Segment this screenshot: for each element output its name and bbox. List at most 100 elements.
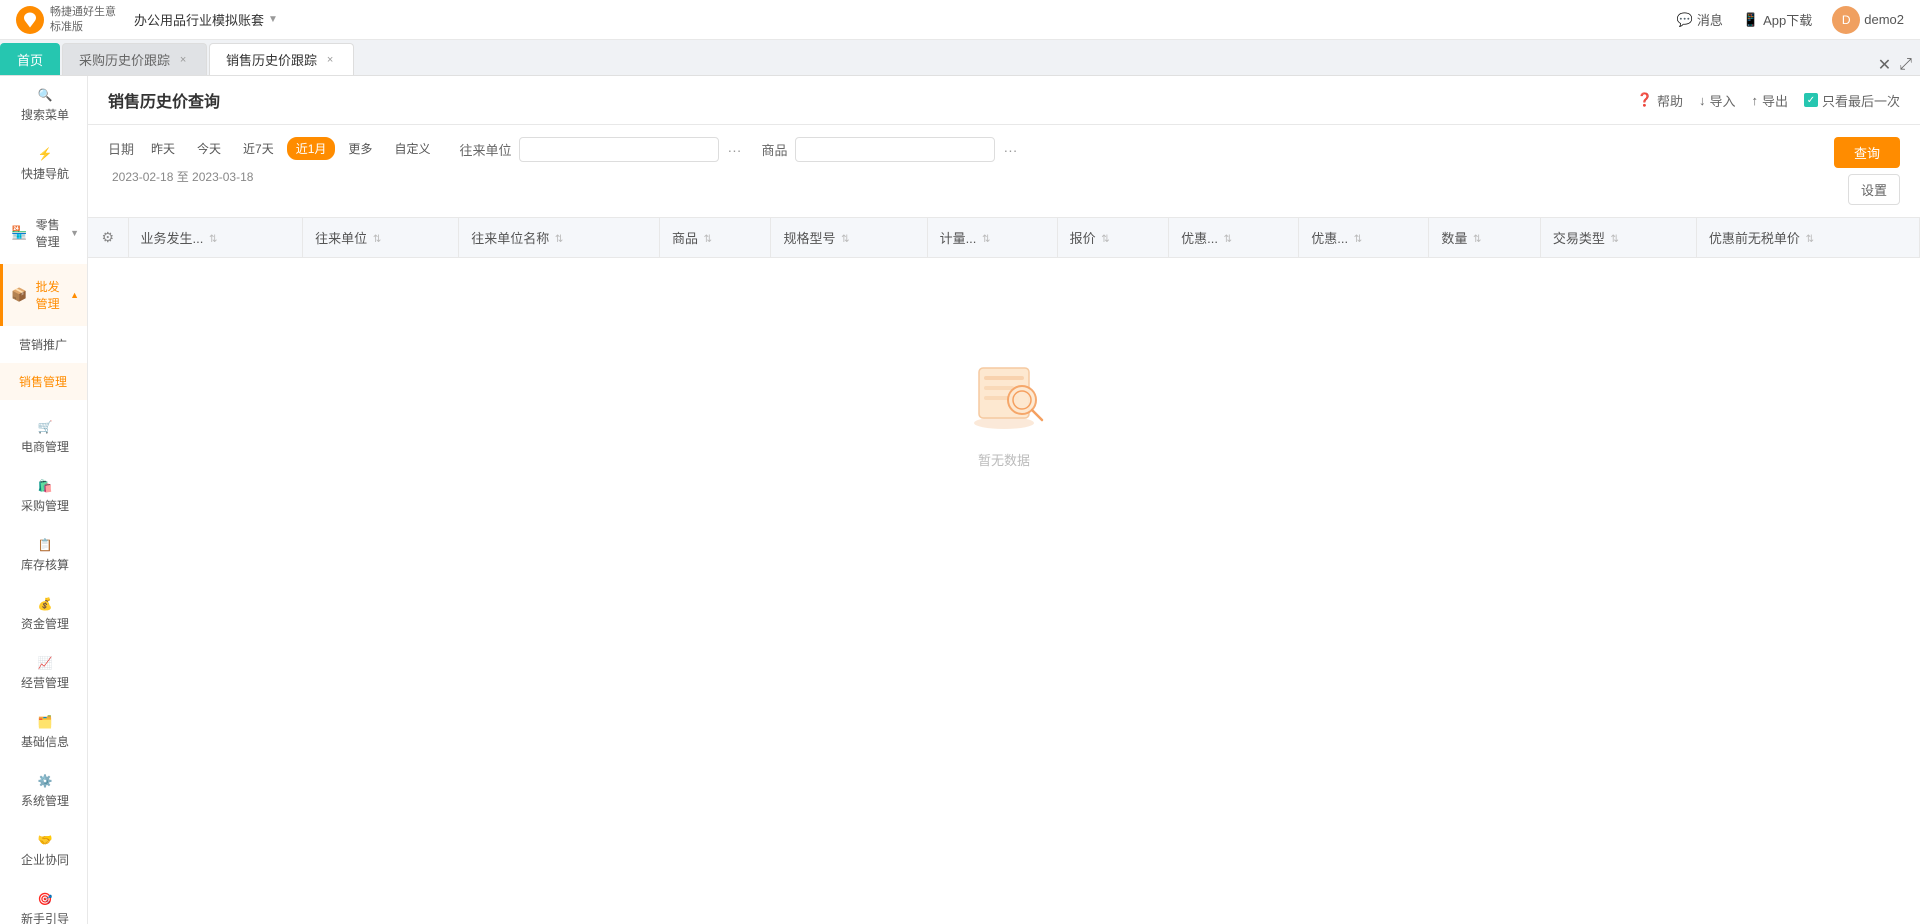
sidebar-item-system[interactable]: ⚙️ 系统管理 — [0, 762, 87, 821]
table-header-qty[interactable]: 数量 ⇅ — [1429, 218, 1541, 258]
chevron-down-icon: ▼ — [268, 14, 278, 25]
main-layout: 🔍 搜索菜单 ⚡ 快捷导航 🏪 零售管理 ▼ 📦 批发管理 ▲ 营销推广 销售管… — [0, 76, 1920, 924]
sidebar-item-operations[interactable]: 📈 经营管理 — [0, 644, 87, 703]
price-sort-icon: ⇅ — [1101, 234, 1109, 245]
query-button[interactable]: 查询 — [1834, 137, 1900, 168]
sidebar-item-wholesale[interactable]: 📦 批发管理 ▲ — [0, 264, 87, 326]
counterpart-name-label: 往来单位名称 — [471, 231, 549, 246]
tab-close-all-btn[interactable]: ✕ — [1878, 55, 1891, 75]
sidebar-item-guide-label: 新手引导 — [21, 910, 69, 924]
empty-state: 暂无数据 — [88, 258, 1920, 549]
sidebar-item-wholesale-label: 批发管理 — [31, 278, 64, 312]
tab-purchase-history-close[interactable]: × — [176, 53, 190, 67]
tab-sales-history[interactable]: 销售历史价跟踪 × — [209, 43, 354, 75]
trade-type-sort-icon: ⇅ — [1610, 234, 1618, 245]
import-action[interactable]: ↓ 导入 — [1699, 91, 1736, 110]
table-header-discount2[interactable]: 优惠... ⇅ — [1299, 218, 1429, 258]
help-icon: ❓ — [1637, 92, 1653, 108]
sidebar-item-search[interactable]: 🔍 搜索菜单 — [0, 76, 87, 135]
app-selector[interactable]: 办公用品行业模拟账套 ▼ — [126, 6, 286, 33]
user-action[interactable]: D demo2 — [1832, 6, 1904, 34]
tab-purchase-history[interactable]: 采购历史价跟踪 × — [62, 43, 207, 75]
tab-bar-actions: ✕ ⤢ — [1878, 55, 1920, 75]
date-btn-today[interactable]: 今天 — [188, 137, 230, 160]
counterpart-filter-label: 往来单位 — [459, 140, 511, 159]
date-range-display: 2023-02-18 至 2023-03-18 — [112, 168, 439, 185]
goods-sort-icon: ⇅ — [704, 234, 712, 245]
table-header-discount1[interactable]: 优惠... ⇅ — [1169, 218, 1299, 258]
export-action[interactable]: ↑ 导出 — [1751, 91, 1788, 110]
table-header-trade-type[interactable]: 交易类型 ⇅ — [1540, 218, 1696, 258]
counterpart-code-sort-icon: ⇅ — [373, 234, 381, 245]
unit-label: 计量... — [940, 231, 977, 246]
goods-filter-label: 商品 — [761, 140, 787, 159]
table-header-unit[interactable]: 计量... ⇅ — [927, 218, 1057, 258]
content-area: 销售历史价查询 ❓ 帮助 ↓ 导入 ↑ 导出 ✓ — [88, 76, 1920, 924]
wholesale-icon: 📦 — [11, 287, 27, 303]
qty-sort-icon: ⇅ — [1473, 234, 1481, 245]
message-action[interactable]: 💬 消息 — [1677, 10, 1723, 29]
sidebar-item-purchase[interactable]: 🛍️ 采购管理 — [0, 467, 87, 526]
discount1-label: 优惠... — [1181, 231, 1218, 246]
table-head: ⚙ 业务发生... ⇅ 往来单位 ⇅ 往来单位名称 ⇅ — [88, 218, 1920, 258]
sidebar-item-inventory-label: 库存核算 — [21, 556, 69, 573]
date-btn-last1m[interactable]: 近1月 — [287, 137, 336, 160]
date-btn-more[interactable]: 更多 — [339, 137, 381, 160]
help-action[interactable]: ❓ 帮助 — [1637, 91, 1683, 110]
avatar: D — [1832, 6, 1860, 34]
sidebar-item-inventory[interactable]: 📋 库存核算 — [0, 526, 87, 585]
sidebar-sub-marketing[interactable]: 营销推广 — [0, 326, 87, 363]
table-header-counterpart-code[interactable]: 往来单位 ⇅ — [303, 218, 459, 258]
table-header-spec[interactable]: 规格型号 ⇅ — [771, 218, 927, 258]
sidebar-item-system-label: 系统管理 — [21, 792, 69, 809]
sidebar-item-finance[interactable]: 💰 资金管理 — [0, 585, 87, 644]
sidebar-item-retail[interactable]: 🏪 零售管理 ▼ — [0, 202, 87, 264]
sidebar-item-basic[interactable]: 🗂️ 基础信息 — [0, 703, 87, 762]
search-icon: 🔍 — [38, 88, 53, 102]
marketing-label: 营销推广 — [19, 338, 67, 352]
counterpart-filter-group: 往来单位 ··· — [459, 137, 741, 162]
page-actions: ❓ 帮助 ↓ 导入 ↑ 导出 ✓ 只看最后一次 — [1637, 91, 1900, 110]
table-header-price[interactable]: 报价 ⇅ — [1057, 218, 1169, 258]
sidebar-item-shortcut[interactable]: ⚡ 快捷导航 — [0, 135, 87, 194]
sidebar-item-enterprise[interactable]: 🤝 企业协同 — [0, 821, 87, 880]
app-download-action[interactable]: 📱 App下载 — [1743, 10, 1812, 29]
date-btn-custom[interactable]: 自定义 — [385, 137, 439, 160]
top-header: 畅捷通好生意 标准版 办公用品行业模拟账套 ▼ 💬 消息 📱 App下载 D d… — [0, 0, 1920, 40]
date-btn-last7[interactable]: 近7天 — [234, 137, 283, 160]
table-header-goods[interactable]: 商品 ⇅ — [659, 218, 771, 258]
table-header-counterpart-name[interactable]: 往来单位名称 ⇅ — [459, 218, 660, 258]
tab-home[interactable]: 首页 — [0, 43, 60, 75]
pretax-price-sort-icon: ⇅ — [1806, 234, 1814, 245]
sidebar-sub-sales-mgmt[interactable]: 销售管理 — [0, 363, 87, 400]
sidebar-item-basic-label: 基础信息 — [21, 733, 69, 750]
sidebar-item-ecom[interactable]: 🛒 电商管理 — [0, 408, 87, 467]
counterpart-dots[interactable]: ··· — [727, 142, 741, 158]
date-btn-yesterday[interactable]: 昨天 — [142, 137, 184, 160]
goods-input[interactable] — [795, 137, 995, 162]
shortcut-icon: ⚡ — [38, 147, 53, 161]
wholesale-arrow-icon: ▲ — [70, 290, 79, 300]
table-header-biz-date[interactable]: 业务发生... ⇅ — [128, 218, 303, 258]
page-title: 销售历史价查询 — [108, 88, 220, 112]
tab-home-label: 首页 — [17, 50, 43, 69]
table-settings-icon[interactable]: ⚙ — [101, 229, 114, 245]
tab-bar: 首页 采购历史价跟踪 × 销售历史价跟踪 × ✕ ⤢ — [0, 40, 1920, 76]
purchase-icon: 🛍️ — [38, 479, 53, 493]
goods-col-label: 商品 — [672, 231, 698, 246]
tab-sales-history-close[interactable]: × — [323, 53, 337, 67]
tab-maximize-btn[interactable]: ⤢ — [1899, 56, 1912, 74]
goods-filter-group: 商品 ··· — [761, 137, 1017, 162]
settings-button[interactable]: 设置 — [1848, 174, 1900, 205]
page-header: 销售历史价查询 ❓ 帮助 ↓ 导入 ↑ 导出 ✓ — [88, 76, 1920, 125]
table-header-pretax-price[interactable]: 优惠前无税单价 ⇅ — [1696, 218, 1919, 258]
show-latest-checkbox[interactable]: ✓ 只看最后一次 — [1804, 91, 1900, 110]
pretax-price-label: 优惠前无税单价 — [1709, 231, 1800, 246]
counterpart-input[interactable] — [519, 137, 719, 162]
basic-icon: 🗂️ — [38, 715, 53, 729]
import-icon: ↓ — [1699, 93, 1706, 108]
logo-area: 畅捷通好生意 标准版 — [16, 5, 116, 34]
unit-sort-icon: ⇅ — [982, 234, 990, 245]
goods-dots[interactable]: ··· — [1003, 142, 1017, 158]
sidebar-item-guide[interactable]: 🎯 新手引导 — [0, 880, 87, 924]
